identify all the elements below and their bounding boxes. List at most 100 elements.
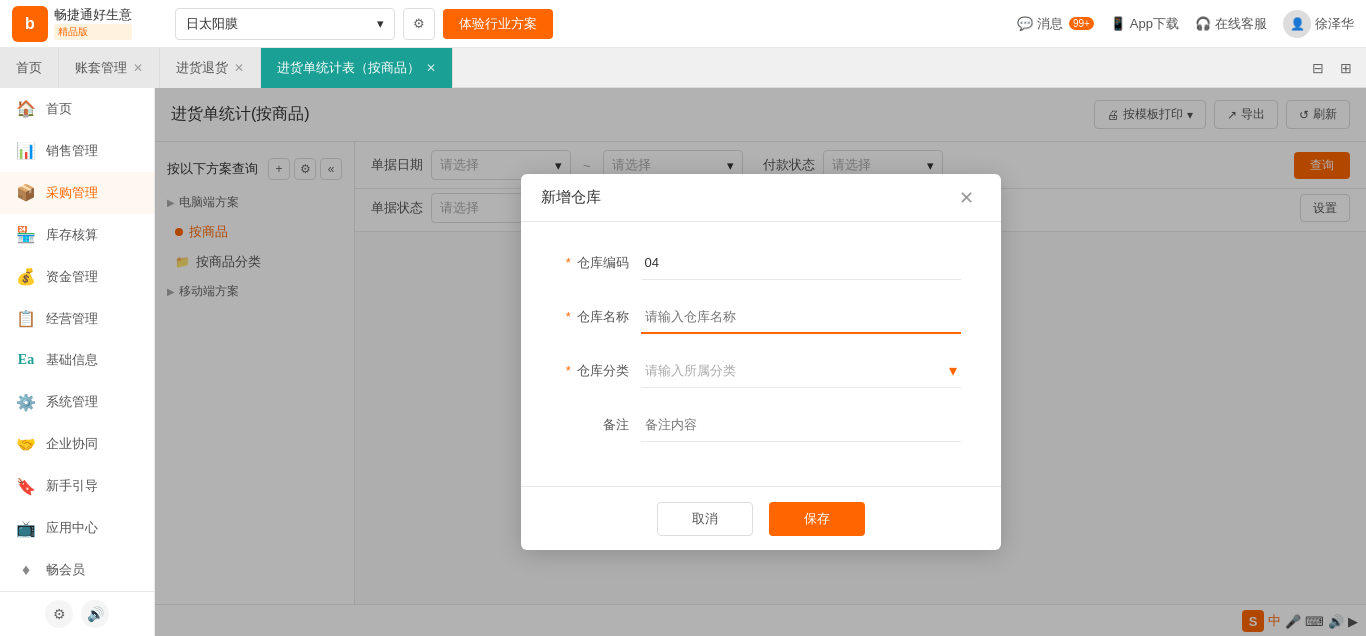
- app-name: 畅捷通好生意: [54, 7, 132, 24]
- header-right: 💬 消息 99+ 📱 App下载 🎧 在线客服 👤 徐泽华: [1017, 10, 1354, 38]
- dialog-title: 新增仓库: [541, 188, 601, 207]
- sidebar-label: 资金管理: [46, 268, 98, 286]
- purchase-icon: 📦: [16, 183, 36, 202]
- save-button[interactable]: 保存: [769, 502, 865, 536]
- dialog-header: 新增仓库 ✕: [521, 174, 1001, 222]
- sidebar: 🏠 首页 📊 销售管理 📦 采购管理 🏪 库存核算 💰 资金管理 📋 经营管理 …: [0, 88, 155, 636]
- sidebar-item-guide[interactable]: 🔖 新手引导: [0, 465, 154, 507]
- tab-expand-btns: ⊟ ⊞: [1306, 56, 1366, 80]
- sidebar-settings-btn[interactable]: ⚙: [45, 600, 73, 628]
- warehouse-category-row: * 仓库分类 请输入所属分类 ▾: [561, 354, 961, 388]
- online-service-btn[interactable]: 🎧 在线客服: [1195, 15, 1267, 33]
- app-center-icon: 📺: [16, 519, 36, 538]
- dialog-close-btn[interactable]: ✕: [953, 184, 981, 212]
- business-icon: 📋: [16, 309, 36, 328]
- warehouse-code-row: * 仓库编码: [561, 246, 961, 280]
- remark-input-wrapper: [641, 408, 961, 442]
- basic-info-icon: Ea: [16, 352, 36, 368]
- inventory-icon: 🏪: [16, 225, 36, 244]
- remark-label: 备注: [561, 416, 641, 434]
- user-profile-btn[interactable]: 👤 徐泽华: [1283, 10, 1354, 38]
- sidebar-item-inventory[interactable]: 🏪 库存核算: [0, 214, 154, 256]
- username: 徐泽华: [1315, 15, 1354, 33]
- trial-button[interactable]: 体验行业方案: [443, 9, 553, 39]
- avatar: 👤: [1283, 10, 1311, 38]
- cancel-button[interactable]: 取消: [657, 502, 753, 536]
- warehouse-category-select-wrapper: 请输入所属分类 ▾: [641, 354, 961, 388]
- sidebar-label: 基础信息: [46, 351, 98, 369]
- sidebar-label: 库存核算: [46, 226, 98, 244]
- chevron-down-icon: ▾: [949, 361, 957, 380]
- tab-close-icon[interactable]: ✕: [234, 61, 244, 75]
- sidebar-item-vip[interactable]: ♦ 畅会员: [0, 549, 154, 591]
- warehouse-name-row: * 仓库名称: [561, 300, 961, 334]
- tab-close-icon[interactable]: ✕: [133, 61, 143, 75]
- finance-icon: 💰: [16, 267, 36, 286]
- message-icon: 💬: [1017, 16, 1033, 31]
- warehouse-name-label: * 仓库名称: [561, 308, 641, 326]
- sidebar-label: 首页: [46, 100, 72, 118]
- chevron-down-icon: ▾: [377, 16, 384, 31]
- tab-purchase-return[interactable]: 进货退货 ✕: [160, 48, 261, 88]
- remark-row: 备注: [561, 408, 961, 442]
- message-badge: 99+: [1069, 17, 1094, 30]
- app-download-btn[interactable]: 📱 App下载: [1110, 15, 1179, 33]
- headphone-icon: 🎧: [1195, 16, 1211, 31]
- store-selector[interactable]: 日太阳膜 ▾: [175, 8, 395, 40]
- sidebar-item-purchase[interactable]: 📦 采购管理: [0, 172, 154, 214]
- warehouse-category-select[interactable]: 请输入所属分类 ▾: [641, 354, 961, 388]
- sidebar-item-sales[interactable]: 📊 销售管理: [0, 130, 154, 172]
- warehouse-category-label: * 仓库分类: [561, 362, 641, 380]
- sidebar-label: 销售管理: [46, 142, 98, 160]
- tab-close-icon[interactable]: ✕: [426, 61, 436, 75]
- guide-icon: 🔖: [16, 477, 36, 496]
- warehouse-code-input-wrapper: [641, 246, 961, 280]
- content-area: 进货单统计(按商品) 🖨 按模板打印 ▾ ↗ 导出 ↺ 刷新: [155, 88, 1366, 636]
- sidebar-label: 经营管理: [46, 310, 98, 328]
- tab-label: 首页: [16, 59, 42, 77]
- warehouse-code-input[interactable]: [641, 246, 961, 280]
- tab-label: 进货退货: [176, 59, 228, 77]
- dialog-footer: 取消 保存: [521, 486, 1001, 550]
- home-icon: 🏠: [16, 99, 36, 118]
- sidebar-item-enterprise[interactable]: 🤝 企业协同: [0, 423, 154, 465]
- sidebar-bottom: ⚙ 🔊: [0, 591, 154, 636]
- tab-expand-btn[interactable]: ⊞: [1334, 56, 1358, 80]
- warehouse-code-label: * 仓库编码: [561, 254, 641, 272]
- remark-input[interactable]: [641, 408, 961, 442]
- tab-label: 账套管理: [75, 59, 127, 77]
- sidebar-item-home[interactable]: 🏠 首页: [0, 88, 154, 130]
- app-badge: 精品版: [54, 24, 132, 40]
- tab-purchase-stats[interactable]: 进货单统计表（按商品） ✕: [261, 48, 453, 88]
- system-icon: ⚙️: [16, 393, 36, 412]
- messages-btn[interactable]: 💬 消息 99+: [1017, 15, 1094, 33]
- sales-icon: 📊: [16, 141, 36, 160]
- sidebar-item-finance[interactable]: 💰 资金管理: [0, 256, 154, 298]
- sidebar-label: 应用中心: [46, 519, 98, 537]
- dialog-overlay: 新增仓库 ✕ * 仓库编码: [155, 88, 1366, 636]
- sidebar-item-app-center[interactable]: 📺 应用中心: [0, 507, 154, 549]
- vip-icon: ♦: [16, 561, 36, 579]
- sidebar-label: 畅会员: [46, 561, 85, 579]
- tab-collapse-btn[interactable]: ⊟: [1306, 56, 1330, 80]
- sidebar-item-system[interactable]: ⚙️ 系统管理: [0, 381, 154, 423]
- mobile-icon: 📱: [1110, 16, 1126, 31]
- sidebar-label: 采购管理: [46, 184, 98, 202]
- avatar-icon: 👤: [1290, 17, 1305, 31]
- tab-account[interactable]: 账套管理 ✕: [59, 48, 160, 88]
- logo-area: b 畅捷通好生意 精品版: [12, 6, 167, 42]
- sidebar-label: 企业协同: [46, 435, 98, 453]
- app-logo: b: [12, 6, 48, 42]
- tab-home[interactable]: 首页: [0, 48, 59, 88]
- tab-label: 进货单统计表（按商品）: [277, 59, 420, 77]
- sidebar-label: 新手引导: [46, 477, 98, 495]
- warehouse-name-input-wrapper: [641, 300, 961, 334]
- warehouse-name-input[interactable]: [641, 300, 961, 334]
- sidebar-audio-btn[interactable]: 🔊: [81, 600, 109, 628]
- store-name: 日太阳膜: [186, 15, 238, 33]
- top-header: b 畅捷通好生意 精品版 日太阳膜 ▾ ⚙ 体验行业方案 💬 消息 99+ 📱 …: [0, 0, 1366, 48]
- sidebar-item-business[interactable]: 📋 经营管理: [0, 298, 154, 340]
- gear-icon: ⚙: [413, 16, 425, 31]
- sidebar-item-basic-info[interactable]: Ea 基础信息: [0, 340, 154, 382]
- settings-icon-btn[interactable]: ⚙: [403, 8, 435, 40]
